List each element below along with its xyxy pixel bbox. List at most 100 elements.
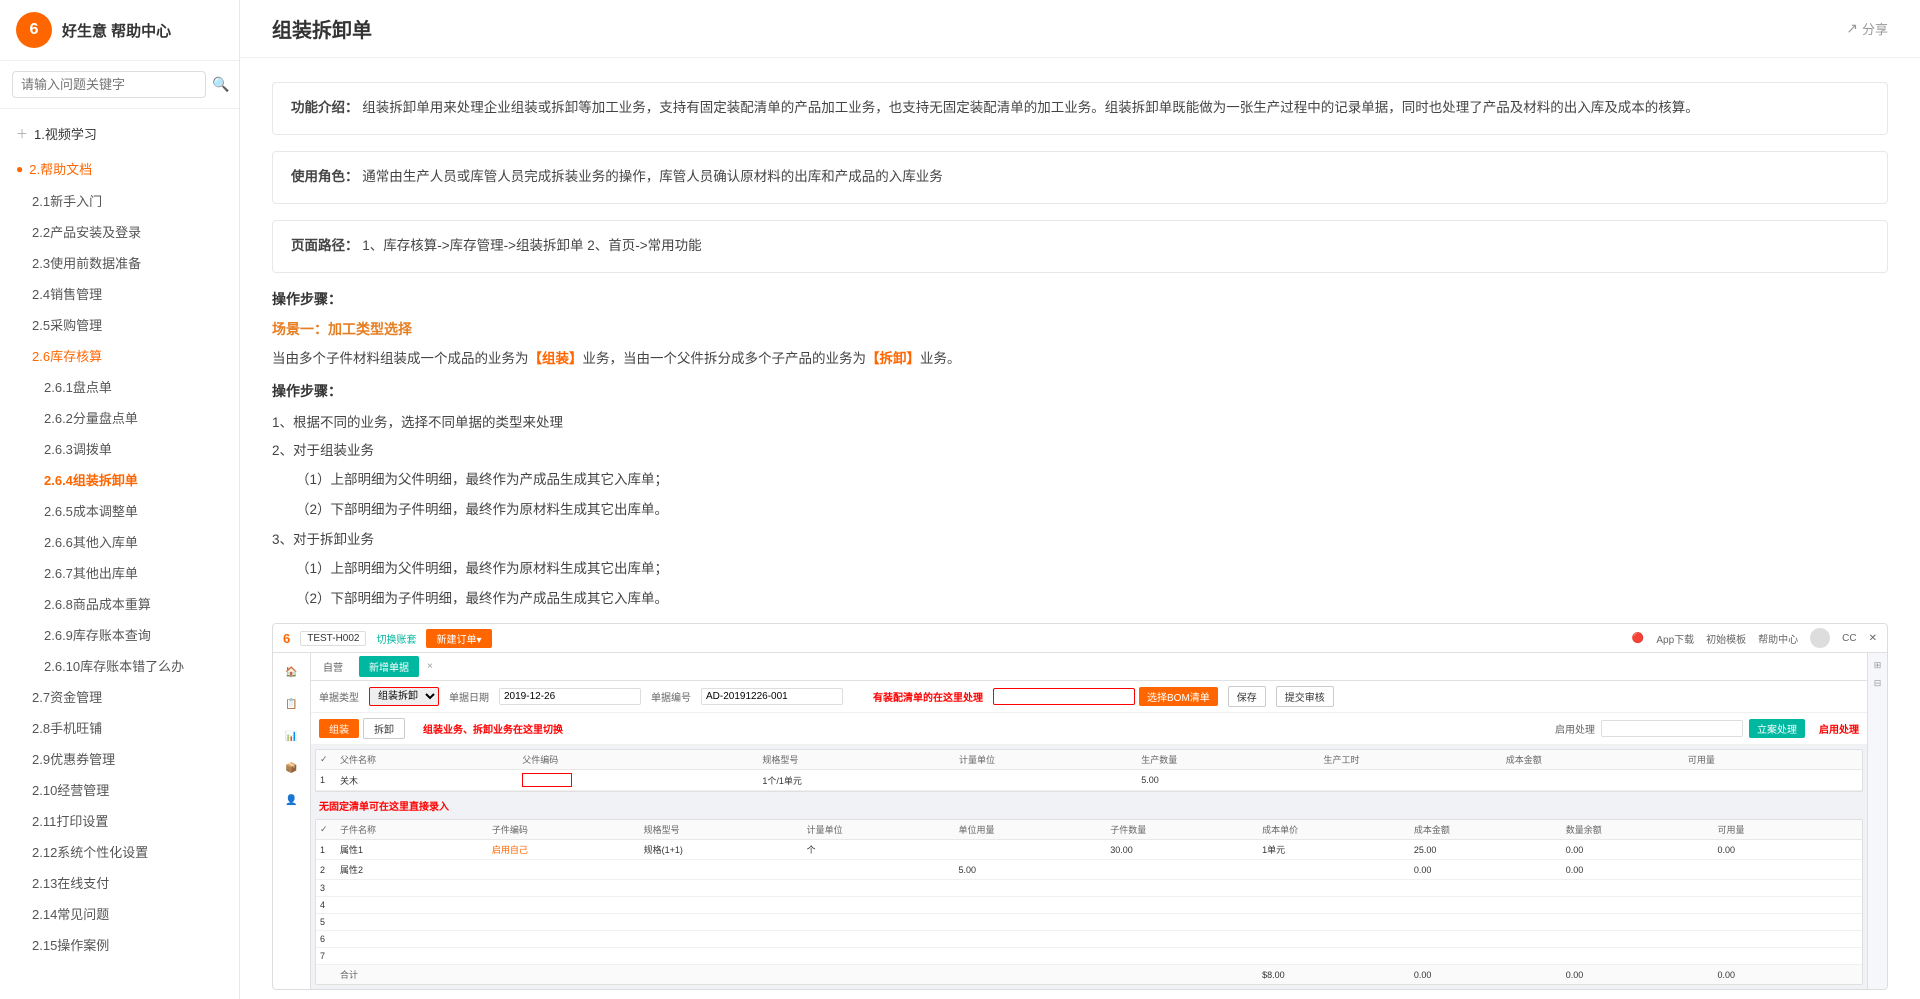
sidebar-item-ledger-query[interactable]: 2.6.9库存账本查询 xyxy=(0,619,239,650)
ss-lower-row-2: 2 属性2 5.00 0.00 xyxy=(316,860,1862,880)
ss-upper-table-container: ✓ 父件名称 父件编码 规格型号 计量单位 生产数量 生产工时 成本金额 可用量 xyxy=(315,749,1863,792)
sidebar-item-print[interactable]: 2.11打印设置 xyxy=(0,805,239,836)
ss-type-select[interactable]: 组装拆卸 xyxy=(369,687,439,706)
plus-icon: ＋ xyxy=(16,125,28,142)
ss-process-label: 启用处理 xyxy=(1555,721,1595,736)
ss-form-row1: 单据类型 组装拆卸 单据日期 单据编号 有装配清单的在这里处理 xyxy=(311,681,1867,713)
ss-lower-col-check: ✓ xyxy=(316,820,336,840)
ss-col-unit: 计量单位 xyxy=(955,750,1137,770)
ss-col-spec: 规格型号 xyxy=(758,750,955,770)
ss-lower-col-avail: 可用量 xyxy=(1714,820,1835,840)
sidebar-item-mobile[interactable]: 2.8手机旺铺 xyxy=(0,712,239,743)
step2-sub2: （2）下部明细为子件明细，最终作为原材料生成其它出库单。 xyxy=(296,498,1888,522)
sidebar-item-faq[interactable]: 2.14常见问题 xyxy=(0,898,239,929)
sidebar-item-purchase[interactable]: 2.5采购管理 xyxy=(0,309,239,340)
sidebar-item-cost-recalc[interactable]: 2.6.8商品成本重算 xyxy=(0,588,239,619)
ss-process-btn[interactable]: 立案处理 xyxy=(1749,719,1805,738)
ss-nav-icon-doc[interactable]: 📋 xyxy=(277,689,307,719)
ss-bom-btn[interactable]: 选择BOM清单 xyxy=(1139,687,1218,706)
search-input[interactable] xyxy=(12,71,206,98)
path-text: 1、库存核算->库存管理->组装拆卸单 2、首页->常用功能 xyxy=(362,238,701,253)
ss-num-label: 单据编号 xyxy=(651,689,691,704)
sidebar-item-assembly[interactable]: 2.6.4组装拆卸单 xyxy=(0,464,239,495)
ss-date-input[interactable] xyxy=(499,688,641,705)
ss-nav-icon-home[interactable]: 🏠 xyxy=(277,657,307,687)
sidebar-item-cost-adjust[interactable]: 2.6.5成本调整单 xyxy=(0,495,239,526)
ss-tab-ziying[interactable]: 自营 xyxy=(311,654,355,679)
ss-switch-btn[interactable]: 切换账套 xyxy=(376,631,416,646)
ss-submit-btn[interactable]: 提交审核 xyxy=(1276,686,1334,707)
intro-block: 功能介绍： 组装拆卸单用来处理企业组装或拆卸等加工业务，支持有固定装配清单的产品… xyxy=(272,82,1888,135)
ss-right-icon-1[interactable]: ⊞ xyxy=(1870,657,1886,673)
sidebar-item-finance[interactable]: 2.7资金管理 xyxy=(0,681,239,712)
ss-lower-col-unit: 计量单位 xyxy=(803,820,955,840)
sidebar: 6 好生意 帮助中心 🔍 ＋ 1.视频学习 ● 2.帮助文档 2.1新手入门 2… xyxy=(0,0,240,999)
role-label: 使用角色： xyxy=(291,169,359,184)
ss-lower-col-cost-amt: 成本金额 xyxy=(1410,820,1562,840)
intro-label: 功能介绍： xyxy=(291,100,359,115)
sidebar-item-other-in[interactable]: 2.6.6其他入库单 xyxy=(0,526,239,557)
ss-avatar xyxy=(1810,628,1830,648)
sidebar-item-operations[interactable]: 2.10经营管理 xyxy=(0,774,239,805)
ss-new-order-btn[interactable]: 新建订单▾ xyxy=(426,629,491,648)
path-block: 页面路径： 1、库存核算->库存管理->组装拆卸单 2、首页->常用功能 xyxy=(272,220,1888,273)
ss-lower-col-qty-balance: 数量余额 xyxy=(1562,820,1714,840)
ss-upper-table-header: ✓ 父件名称 父件编码 规格型号 计量单位 生产数量 生产工时 成本金额 可用量 xyxy=(316,750,1862,770)
page-title: 组装拆卸单 xyxy=(272,14,372,43)
sidebar-item-stocktake[interactable]: 2.6.1盘点单 xyxy=(0,371,239,402)
sidebar-item-data-prep[interactable]: 2.3使用前数据准备 xyxy=(0,247,239,278)
sidebar-item-other-out[interactable]: 2.6.7其他出库单 xyxy=(0,557,239,588)
share-icon: ↗ xyxy=(1846,20,1858,37)
ss-col-parent-name: 父件名称 xyxy=(336,750,518,770)
ss-lower-col-ops xyxy=(1834,820,1862,840)
ss-tab-new[interactable]: 新增单据 xyxy=(359,656,419,677)
ss-tab-close[interactable]: × xyxy=(427,661,433,672)
intro-text: 组装拆卸单用来处理企业组装或拆卸等加工业务，支持有固定装配清单的产品加工业务，也… xyxy=(362,100,1699,115)
ss-col-produce-qty: 生产数量 xyxy=(1137,750,1319,770)
ss-nav-icon-person[interactable]: 👤 xyxy=(277,785,307,815)
sidebar-item-partial-stocktake[interactable]: 2.6.2分量盘点单 xyxy=(0,402,239,433)
ss-lower-table: ✓ 子件名称 子件编码 规格型号 计量单位 单位用量 子件数量 成本单价 成本金 xyxy=(316,820,1862,984)
ss-col-ops xyxy=(1829,750,1862,770)
share-button[interactable]: ↗ 分享 xyxy=(1846,19,1888,38)
sidebar-item-transfer[interactable]: 2.6.3调拨单 xyxy=(0,433,239,464)
sidebar-item-coupon[interactable]: 2.9优惠券管理 xyxy=(0,743,239,774)
sidebar-item-ledger-issue[interactable]: 2.6.10库存账本错了么办 xyxy=(0,650,239,681)
ss-toggle-area: 组装 拆卸 xyxy=(319,718,405,739)
ss-form-row2: 组装 拆卸 组装业务、拆卸业务在这里切换 启用处理 立案处理 启用处理 xyxy=(311,713,1867,745)
ss-disassembly-btn[interactable]: 拆卸 xyxy=(363,718,405,739)
sidebar-item-cases[interactable]: 2.15操作案例 xyxy=(0,929,239,960)
sidebar-item-sales[interactable]: 2.4销售管理 xyxy=(0,278,239,309)
ops-title: 操作步骤： xyxy=(272,289,1888,309)
ss-parent-code-input[interactable] xyxy=(522,773,572,787)
top-bar: 组装拆卸单 ↗ 分享 xyxy=(240,0,1920,58)
ss-right-nav: ⊞ ⊟ xyxy=(1867,653,1887,989)
ss-nav-icon-goods[interactable]: 📦 xyxy=(277,753,307,783)
ss-bom-annotation: 有装配清单的在这里处理 xyxy=(873,689,983,704)
sidebar-item-install[interactable]: 2.2产品安装及登录 xyxy=(0,216,239,247)
ss-lower-col-child-qty: 子件数量 xyxy=(1106,820,1258,840)
ss-no-bom-annotation: 无固定清单可在这里直接录入 xyxy=(319,798,449,813)
sidebar-item-newcomer[interactable]: 2.1新手入门 xyxy=(0,185,239,216)
sidebar-item-settings[interactable]: 2.12系统个性化设置 xyxy=(0,836,239,867)
ss-lower-row-6: 6 xyxy=(316,931,1862,948)
ss-save-btn[interactable]: 保存 xyxy=(1228,686,1266,707)
sidebar-item-payment[interactable]: 2.13在线支付 xyxy=(0,867,239,898)
ss-lower-col-child-code: 子件编码 xyxy=(488,820,640,840)
sidebar-item-help-docs[interactable]: ● 2.帮助文档 xyxy=(0,152,239,185)
ss-right-icon-2[interactable]: ⊟ xyxy=(1870,675,1886,691)
ss-lower-col-cost-price: 成本单价 xyxy=(1258,820,1410,840)
sidebar-item-video-learning[interactable]: ＋ 1.视频学习 xyxy=(0,117,239,150)
ss-assembly-btn[interactable]: 组装 xyxy=(319,719,359,738)
ss-upper-table: ✓ 父件名称 父件编码 规格型号 计量单位 生产数量 生产工时 成本金额 可用量 xyxy=(316,750,1862,791)
ss-process-input[interactable] xyxy=(1601,720,1743,737)
ss-header: 6 TEST-H002 切换账套 新建订单▾ 🔴 App下载 初始模板 帮助中心… xyxy=(273,624,1887,653)
sidebar-item-inventory[interactable]: 2.6库存核算 xyxy=(0,340,239,371)
ss-lower-table-header: ✓ 子件名称 子件编码 规格型号 计量单位 单位用量 子件数量 成本单价 成本金 xyxy=(316,820,1862,840)
ss-nav-icon-chart[interactable]: 📊 xyxy=(277,721,307,751)
ss-num-input[interactable] xyxy=(701,688,843,705)
search-button[interactable]: 🔍 xyxy=(212,76,229,93)
content-area: 功能介绍： 组装拆卸单用来处理企业组装或拆卸等加工业务，支持有固定装配清单的产品… xyxy=(240,58,1920,999)
ss-bom-input[interactable] xyxy=(993,688,1135,705)
nav-section-video: ＋ 1.视频学习 xyxy=(0,117,239,150)
